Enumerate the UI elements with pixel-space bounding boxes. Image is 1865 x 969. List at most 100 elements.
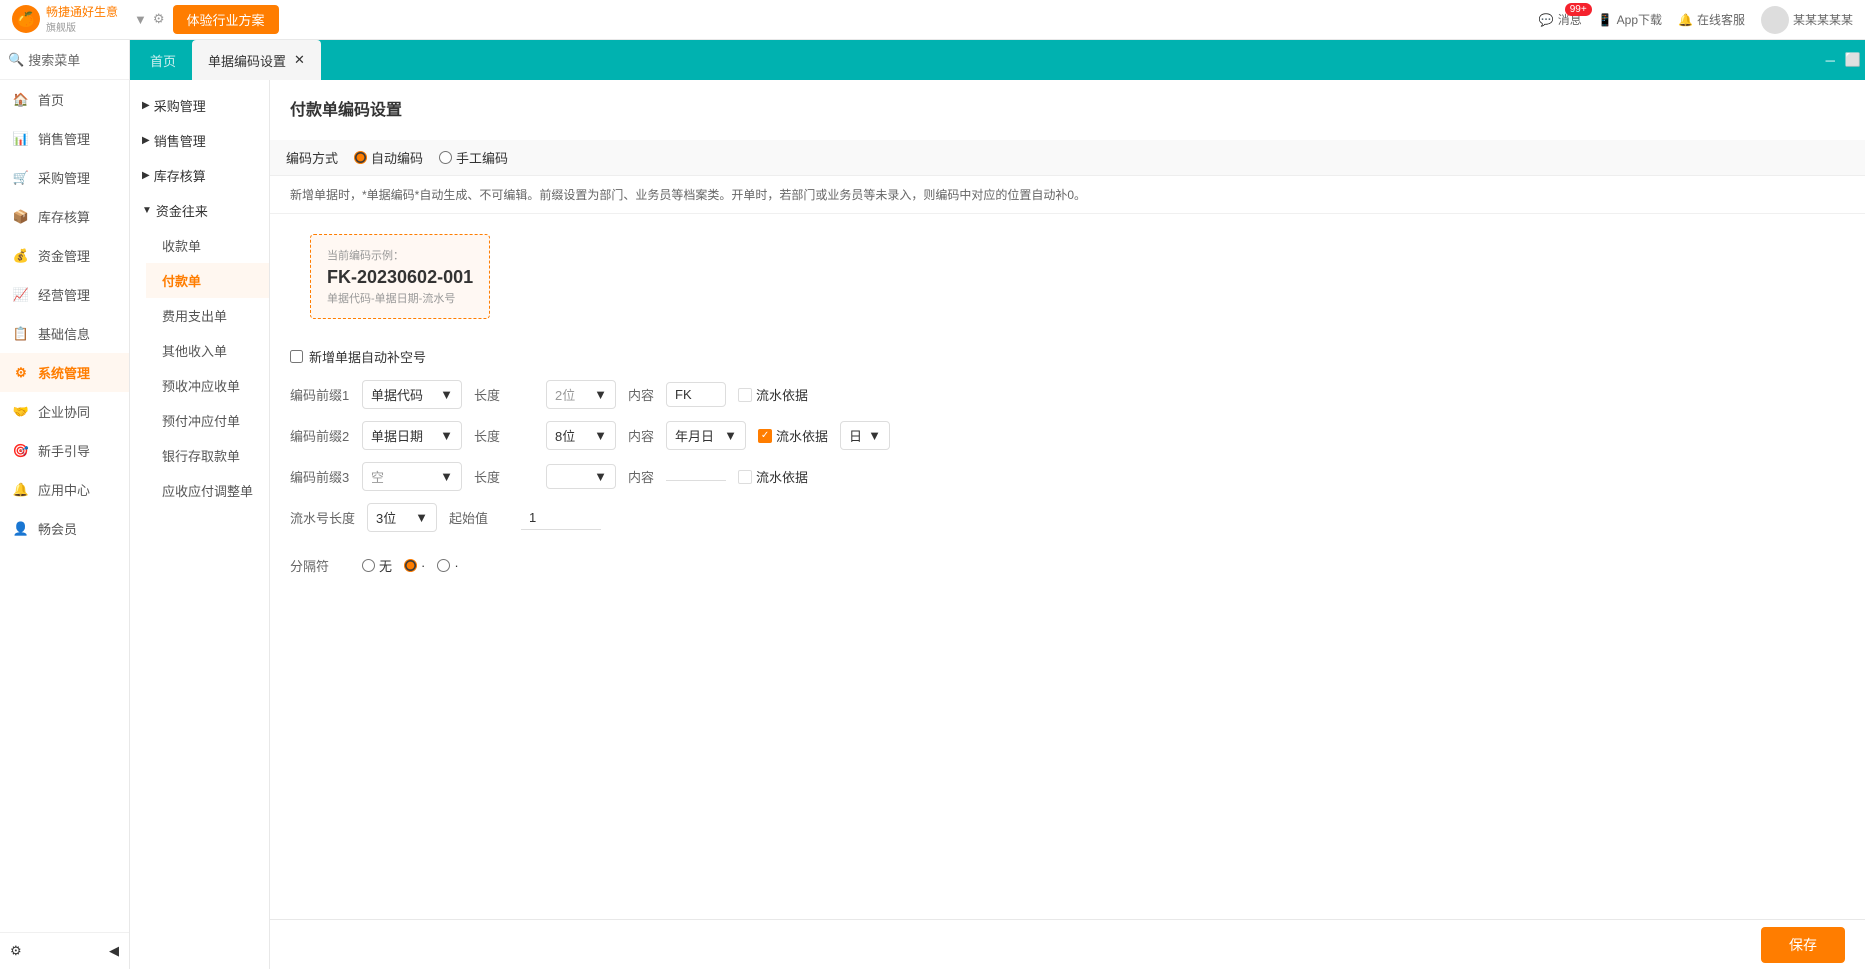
prefix1-select[interactable]: 单据代码 ▼	[362, 380, 462, 409]
sidebar-item-purchase[interactable]: 🛒 采购管理	[0, 158, 129, 197]
prefix3-select[interactable]: 空 ▼	[362, 462, 462, 491]
sub-nav-item-receipt[interactable]: 收款单	[146, 228, 269, 263]
day-select[interactable]: 日 ▼	[840, 421, 890, 450]
manual-code-radio-label[interactable]: 手工编码	[439, 148, 508, 167]
app-download-item[interactable]: 📱 App下载	[1598, 11, 1662, 28]
message-item[interactable]: 💬 消息 99+	[1539, 11, 1582, 28]
sub-nav-group-sales[interactable]: ▶ 销售管理	[130, 123, 269, 158]
start-value-input[interactable]: 1	[521, 506, 601, 530]
encoding-type-row: 编码方式 自动编码 手工编码	[270, 140, 1865, 176]
sidebar-collapse-icon[interactable]: ◀	[109, 943, 119, 959]
tab-encoding[interactable]: 单据编码设置 ✕	[192, 40, 321, 80]
serial-length-label: 流水号长度	[290, 508, 355, 527]
sub-nav-item-pre-pay[interactable]: 预付冲应付单	[146, 403, 269, 438]
sub-nav-item-pre-collect[interactable]: 预收冲应收单	[146, 368, 269, 403]
serial3-label: 流水依据	[756, 467, 808, 486]
basic-icon: 📋	[12, 325, 30, 343]
length1-select[interactable]: 2位 ▼	[546, 380, 616, 409]
sub-nav-item-other-income[interactable]: 其他收入单	[146, 333, 269, 368]
funds-icon: 💰	[12, 247, 30, 265]
auto-code-radio[interactable]	[354, 151, 367, 164]
sub-nav-item-bank[interactable]: 银行存取款单	[146, 438, 269, 473]
sub-nav-item-expense[interactable]: 费用支出单	[146, 298, 269, 333]
auto-code-label: 自动编码	[371, 148, 423, 167]
prefix1-label: 编码前缀1	[290, 385, 350, 404]
user-info[interactable]: 某某某某某	[1761, 6, 1853, 34]
prefix2-value: 单据日期	[371, 426, 423, 445]
sidebar-item-apps[interactable]: 🔔 应用中心	[0, 470, 129, 509]
sidebar-item-enterprise[interactable]: 🤝 企业协同	[0, 392, 129, 431]
search-menu[interactable]: 🔍 搜索菜单	[0, 40, 129, 80]
sidebar-item-system[interactable]: ⚙ 系统管理	[0, 353, 129, 392]
experience-button[interactable]: 体验行业方案	[173, 5, 279, 34]
sidebar-item-operations[interactable]: 📈 经营管理	[0, 275, 129, 314]
serial2-checkbox-item[interactable]: ✓ 流水依据	[758, 426, 828, 445]
auto-code-radio-label[interactable]: 自动编码	[354, 148, 423, 167]
sidebar-settings-icon[interactable]: ⚙	[10, 943, 22, 959]
save-button[interactable]: 保存	[1761, 927, 1845, 963]
serial3-checkbox-item[interactable]: 流水依据	[738, 467, 808, 486]
sub-nav-group-inventory[interactable]: ▶ 库存核算	[130, 158, 269, 193]
auto-fill-checkbox[interactable]	[290, 350, 303, 363]
content2-select[interactable]: 年月日 ▼	[666, 421, 746, 450]
content2-label: 内容	[628, 426, 654, 445]
sep-none-radio[interactable]	[362, 559, 375, 572]
sub-nav-group-capital[interactable]: ▼ 资金往来	[130, 193, 269, 228]
sidebar-item-member[interactable]: 👤 畅会员	[0, 509, 129, 548]
tab-close-icon[interactable]: ✕	[294, 52, 305, 68]
sep-dot2-radio[interactable]	[437, 559, 450, 572]
serial2-checkbox[interactable]: ✓	[758, 429, 772, 443]
sep-none-label[interactable]: 无	[362, 556, 392, 575]
tab-home[interactable]: 首页	[134, 40, 192, 80]
sub-nav-group-purchase[interactable]: ▶ 采购管理	[130, 88, 269, 123]
tab-minimize-icon[interactable]: －	[1824, 51, 1837, 70]
sidebar-item-funds[interactable]: 💰 资金管理	[0, 236, 129, 275]
online-service-item[interactable]: 🔔 在线客服	[1678, 11, 1745, 28]
sidebar-item-home[interactable]: 🏠 首页	[0, 80, 129, 119]
serial1-checkbox-item[interactable]: 流水依据	[738, 385, 808, 404]
length3-select[interactable]: ▼	[546, 464, 616, 489]
logo: 🍊 畅捷通好生意 旗舰版	[12, 5, 118, 34]
length2-select[interactable]: 8位 ▼	[546, 421, 616, 450]
separator-row: 分隔符 无 · ·	[270, 550, 1865, 581]
sidebar-label-operations: 经营管理	[38, 285, 90, 304]
preview-label: 当前编码示例：	[327, 247, 473, 263]
prefix3-label: 编码前缀3	[290, 467, 350, 486]
prefix3-value: 空	[371, 467, 384, 486]
sep-dot2-label[interactable]: ·	[437, 558, 458, 573]
sub-nav-adjust-label: 应收应付调整单	[162, 481, 253, 500]
serial-length-select[interactable]: 3位 ▼	[367, 503, 437, 532]
serial1-label: 流水依据	[756, 385, 808, 404]
serial2-label: 流水依据	[776, 426, 828, 445]
sep-dot-label[interactable]: ·	[404, 558, 425, 573]
settings-icon[interactable]: ⚙	[153, 11, 165, 27]
sidebar-item-inventory[interactable]: 📦 库存核算	[0, 197, 129, 236]
sep-dot-radio[interactable]	[404, 559, 417, 572]
logo-icon: 🍊	[12, 5, 40, 33]
sub-nav-bank-label: 银行存取款单	[162, 446, 240, 465]
form-row-2: 编码前缀2 单据日期 ▼ 长度 8位 ▼ 内容 年月日	[290, 421, 1845, 450]
prefix2-chevron-icon: ▼	[440, 428, 453, 443]
manual-code-radio[interactable]	[439, 151, 452, 164]
dropdown-arrow-icon[interactable]: ▼	[134, 12, 147, 27]
prefix2-label: 编码前缀2	[290, 426, 350, 445]
chevron-right-icon-3: ▶	[142, 170, 150, 181]
main-layout: 🔍 搜索菜单 🏠 首页 📊 销售管理 🛒 采购管理 📦 库存核算 💰 资金管理 …	[0, 40, 1865, 969]
sidebar-item-sales[interactable]: 📊 销售管理	[0, 119, 129, 158]
serial3-checkbox[interactable]	[738, 470, 752, 484]
tab-bar-right: － ⬜	[1824, 51, 1861, 70]
prefix2-select[interactable]: 单据日期 ▼	[362, 421, 462, 450]
sub-nav-item-adjust[interactable]: 应收应付调整单	[146, 473, 269, 508]
sidebar-item-guide[interactable]: 🎯 新手引导	[0, 431, 129, 470]
serial1-checkbox[interactable]	[738, 388, 752, 402]
sidebar-item-basic[interactable]: 📋 基础信息	[0, 314, 129, 353]
member-icon: 👤	[12, 520, 30, 538]
sidebar-label-sales: 销售管理	[38, 129, 90, 148]
tab-maximize-icon[interactable]: ⬜	[1845, 52, 1861, 68]
sidebar-label-inventory: 库存核算	[38, 207, 90, 226]
enterprise-icon: 🤝	[12, 403, 30, 421]
sub-nav-item-payment[interactable]: 付款单	[146, 263, 269, 298]
sidebar-label-apps: 应用中心	[38, 480, 90, 499]
manual-code-label: 手工编码	[456, 148, 508, 167]
preview-area: 当前编码示例： FK-20230602-001 单据代码-单据日期-流水号	[270, 214, 1865, 339]
